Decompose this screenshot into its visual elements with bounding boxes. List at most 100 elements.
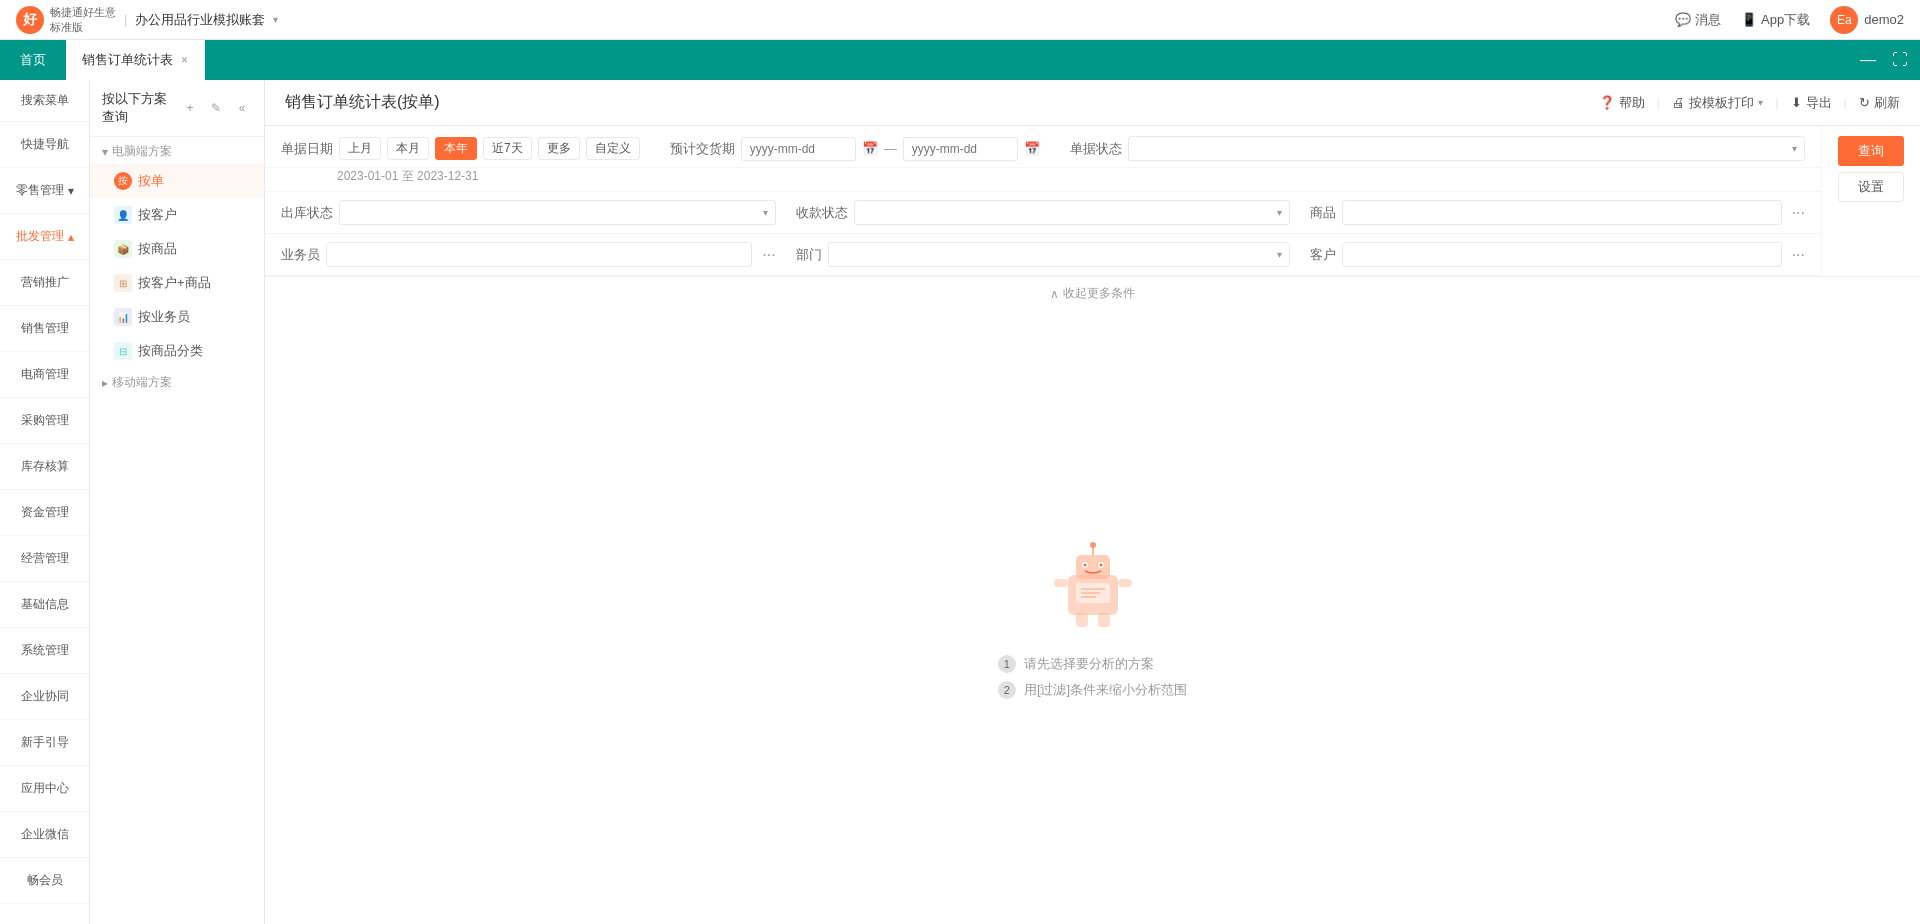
print-dropdown-icon: ▾ [1758, 97, 1763, 108]
date-current-year-btn[interactable]: 本年 [435, 137, 477, 160]
sidebar-item-basic-info[interactable]: 基础信息 [0, 582, 89, 628]
logo-text: 畅捷通好生意 标准版 [50, 5, 116, 34]
add-scheme-icon[interactable]: + [180, 98, 200, 118]
customer-input[interactable] [1342, 242, 1781, 267]
date-filter-group: 单据日期 上月 本月 本年 近7天 更多 自定义 [281, 137, 640, 160]
setting-button[interactable]: 设置 [1838, 172, 1904, 202]
refresh-button[interactable]: ↻ 刷新 [1859, 94, 1900, 112]
customer-group: 客户 ··· [1310, 242, 1805, 267]
goods-input[interactable] [1342, 200, 1781, 225]
avatar: Ea [1830, 6, 1858, 34]
tab-home[interactable]: 首页 [0, 40, 66, 80]
sidebar-item-operations[interactable]: 经营管理 [0, 536, 89, 582]
query-button[interactable]: 查询 [1838, 136, 1904, 166]
sidebar-item-apps[interactable]: 应用中心 [0, 766, 89, 812]
forecast-end-input[interactable] [903, 137, 1018, 161]
date-prev-month-btn[interactable]: 上月 [339, 137, 381, 160]
svg-rect-11 [1098, 613, 1110, 627]
print-button[interactable]: 🖨 按模板打印 ▾ [1672, 94, 1763, 112]
scheme-item-by-customer[interactable]: 👤 按客户 [90, 198, 264, 232]
sidebar-item-enterprise[interactable]: 企业协同 [0, 674, 89, 720]
edit-scheme-icon[interactable]: ✎ [206, 98, 226, 118]
delivery-select[interactable] [339, 200, 776, 225]
date-current-month-btn[interactable]: 本月 [387, 137, 429, 160]
bill-status-select-wrap: ▾ [1128, 136, 1805, 161]
user-area[interactable]: Ea demo2 [1830, 6, 1904, 34]
tab-close-icon[interactable]: × [181, 53, 188, 67]
date-dash: — [884, 141, 897, 156]
bill-status-label: 单据状态 [1070, 140, 1122, 158]
sidebar-item-finance[interactable]: 资金管理 [0, 490, 89, 536]
scheme-item-by-customer-goods[interactable]: ⊞ 按客户+商品 [90, 266, 264, 300]
sidebar-item-purchase[interactable]: 采购管理 [0, 398, 89, 444]
sidebar-item-inventory[interactable]: 库存核算 [0, 444, 89, 490]
svg-rect-8 [1054, 579, 1068, 587]
scheme-item-by-salesperson[interactable]: 📊 按业务员 [90, 300, 264, 334]
sidebar-item-wholesale[interactable]: 批发管理 ▴ [0, 214, 89, 260]
collapse-icon: ∧ [1050, 287, 1059, 301]
scheme-icon-by-salesperson: 📊 [114, 308, 132, 326]
help-button[interactable]: ❓ 帮助 [1599, 94, 1645, 112]
calendar-start-icon[interactable]: 📅 [862, 141, 878, 156]
filter-wrapper: 单据日期 上月 本月 本年 近7天 更多 自定义 预计交货期 📅 — [265, 126, 1920, 276]
message-button[interactable]: 💬 消息 [1675, 11, 1721, 29]
download-icon: 📱 [1741, 12, 1757, 27]
salesperson-input[interactable] [326, 242, 752, 267]
app-download-button[interactable]: 📱 App下载 [1741, 11, 1810, 29]
top-bar-right: 💬 消息 📱 App下载 Ea demo2 [1675, 6, 1904, 34]
sidebar-item-sales[interactable]: 销售管理 [0, 306, 89, 352]
payment-select[interactable] [854, 200, 1291, 225]
tip-num-1: 1 [998, 655, 1016, 673]
filter-left: 单据日期 上月 本月 本年 近7天 更多 自定义 预计交货期 📅 — [265, 126, 1821, 276]
desktop-arrow-icon: ▾ [102, 145, 108, 159]
department-select[interactable] [828, 242, 1291, 267]
export-button[interactable]: ⬇ 导出 [1791, 94, 1832, 112]
scheme-icon-by-order: 按 [114, 172, 132, 190]
goods-more-icon[interactable]: ··· [1792, 204, 1805, 222]
sidebar-item-system[interactable]: 系统管理 [0, 628, 89, 674]
mobile-group: ▸ 移动端方案 [90, 368, 264, 395]
calendar-end-icon[interactable]: 📅 [1024, 141, 1040, 156]
customer-label: 客户 [1310, 246, 1336, 264]
scheme-item-by-category[interactable]: ⊟ 按商品分类 [90, 334, 264, 368]
desktop-group: ▾ 电脑端方案 [90, 137, 264, 164]
empty-tip-2: 2 用[过滤]条件来缩小分析范围 [998, 681, 1187, 699]
sidebar-item-member[interactable]: 畅会员 [0, 858, 89, 904]
delivery-label: 出库状态 [281, 204, 333, 222]
scheme-item-by-order[interactable]: 按 按单 [90, 164, 264, 198]
action-buttons: 查询 设置 [1821, 126, 1920, 276]
breadcrumb-dropdown-icon[interactable]: ▾ [273, 14, 278, 25]
date-label: 单据日期 [281, 140, 333, 158]
department-label: 部门 [796, 246, 822, 264]
sidebar-item-retail[interactable]: 零售管理 ▾ [0, 168, 89, 214]
mobile-arrow-icon: ▸ [102, 376, 108, 390]
tab-minimize-icon[interactable]: — [1856, 47, 1880, 73]
sidebar-item-quick-nav[interactable]: 快捷导航 [0, 122, 89, 168]
sidebar-item-search[interactable]: 搜索菜单 [0, 80, 89, 122]
customer-more-icon[interactable]: ··· [1792, 246, 1805, 264]
sidebar-item-ecommerce[interactable]: 电商管理 [0, 352, 89, 398]
date-more-btn[interactable]: 更多 [538, 137, 580, 160]
scheme-item-by-goods[interactable]: 📦 按商品 [90, 232, 264, 266]
sidebar-item-marketing[interactable]: 营销推广 [0, 260, 89, 306]
delivery-select-wrap: ▾ [339, 200, 776, 225]
empty-tip-1: 1 请先选择要分析的方案 [998, 655, 1187, 673]
tab-active[interactable]: 销售订单统计表 × [66, 40, 205, 80]
sidebar-item-wechat[interactable]: 企业微信 [0, 812, 89, 858]
sidebar-item-newbie[interactable]: 新手引导 [0, 720, 89, 766]
collapse-panel-icon[interactable]: « [232, 98, 252, 118]
top-bar: 好 畅捷通好生意 标准版 | 办公用品行业模拟账套 ▾ 💬 消息 📱 App下载… [0, 0, 1920, 40]
date-range-display: 2023-01-01 至 2023-12-31 [265, 168, 1821, 192]
message-icon: 💬 [1675, 12, 1691, 27]
date-7days-btn[interactable]: 近7天 [483, 137, 532, 160]
date-custom-btn[interactable]: 自定义 [586, 137, 640, 160]
svg-rect-10 [1076, 613, 1088, 627]
goods-label: 商品 [1310, 204, 1336, 222]
salesperson-more-icon[interactable]: ··· [762, 246, 775, 264]
main-layout: 搜索菜单 快捷导航 零售管理 ▾ 批发管理 ▴ 营销推广 销售管理 电商管理 采… [0, 80, 1920, 924]
forecast-start-input[interactable] [741, 137, 856, 161]
bill-status-select[interactable] [1128, 136, 1805, 161]
collapse-bar[interactable]: ∧ 收起更多条件 [265, 276, 1920, 310]
department-select-wrap: ▾ [828, 242, 1291, 267]
tab-maximize-icon[interactable]: ⛶ [1888, 47, 1912, 73]
